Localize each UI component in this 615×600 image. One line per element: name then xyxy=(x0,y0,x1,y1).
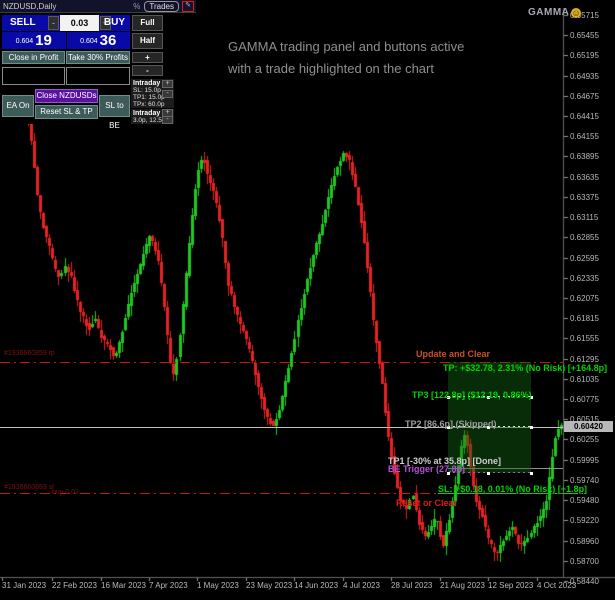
price-axis-label: 0.63375 xyxy=(570,192,599,202)
sell-button[interactable]: SELL xyxy=(10,15,36,31)
tp-ticket-label: #1936660859 tp xyxy=(4,350,55,357)
price-axis-label: 0.64155 xyxy=(570,132,599,142)
sell-price-big: 19 xyxy=(35,32,52,49)
drag-handle[interactable] xyxy=(530,426,533,429)
price-axis-label: 0.61035 xyxy=(570,374,599,384)
date-axis-label: 4 Jul 2023 xyxy=(343,581,380,590)
date-axis-label: 21 Aug 2023 xyxy=(440,581,485,590)
gamma-logo: GAMMA ☺ xyxy=(528,7,582,18)
price-axis-label: 0.61815 xyxy=(570,314,599,324)
price-axis-label: 0.62855 xyxy=(570,233,599,243)
price-axis-label: 0.58700 xyxy=(570,556,599,566)
trading-panel: NZDUSD,Daily % Trades ✎ SELL - 0.03 + BU… xyxy=(0,0,196,130)
edit-panel-icon[interactable]: ✎ xyxy=(182,0,194,12)
price-axis-label: 0.64935 xyxy=(570,71,599,81)
price-axis-label: 0.65195 xyxy=(570,51,599,61)
date-axis-label: 28 Jul 2023 xyxy=(391,581,433,590)
price-row: 0.604 19 0.604 36 xyxy=(2,32,130,49)
intraday-settings-2: Intraday 3.0p, 12.5p + - xyxy=(131,109,174,124)
order-label: buy 0.02 xyxy=(52,489,79,496)
price-axis-label: 0.59220 xyxy=(570,516,599,526)
size-plus-button[interactable]: + xyxy=(132,52,163,63)
price-axis-label: 0.62335 xyxy=(570,273,599,283)
intraday-1-plus-button[interactable]: + xyxy=(162,80,173,88)
date-axis-label: 4 Oct 2023 xyxy=(537,581,577,590)
date-axis-label: 31 Jan 2023 xyxy=(2,581,47,590)
current-price-box: 0.60420 xyxy=(564,421,613,432)
trade-row: SELL - 0.03 + BUY xyxy=(2,15,130,31)
full-button[interactable]: Full xyxy=(132,15,163,31)
close-in-profit-button[interactable]: Close in Profit xyxy=(2,51,65,64)
price-axis-label: 0.63895 xyxy=(570,152,599,162)
close-nzdusds-button[interactable]: Close NZDUSDs xyxy=(35,89,98,103)
tp-info-label: TP: +$32.78, 2.31% (No Risk) [+164.8p] xyxy=(443,363,608,373)
output-box-left xyxy=(2,67,65,85)
date-axis-label: 16 Mar 2023 xyxy=(101,581,146,590)
price-axis-label: 0.65455 xyxy=(570,31,599,41)
price-axis-label: 0.64675 xyxy=(570,91,599,101)
date-axis-label: 22 Feb 2023 xyxy=(52,581,97,590)
tp2-info-label: TP2 [86.6p] (Skipped) xyxy=(405,419,497,429)
price-axis-label: 0.63635 xyxy=(570,172,599,182)
buy-price-button[interactable]: 0.604 36 xyxy=(67,32,131,49)
ea-on-button[interactable]: EA On xyxy=(2,95,34,117)
sell-price-small: 0.604 xyxy=(15,38,34,45)
chart-window: 0.65715 0.65455 0.65195 0.64935 0.64675 0.644… xyxy=(0,0,615,600)
price-axis-label: 0.58960 xyxy=(570,536,599,546)
caption-line-1: GAMMA trading panel and buttons active xyxy=(228,39,465,54)
drag-handle[interactable] xyxy=(530,472,533,475)
date-axis-label: 23 May 2023 xyxy=(246,581,293,590)
reset-or-clear-button[interactable]: Reset or Clear xyxy=(396,498,457,508)
be-trigger-label: BE Trigger (27.8p) xyxy=(388,464,466,474)
buy-price-small: 0.604 xyxy=(80,38,98,45)
sl-to-be-button[interactable]: SL to BE xyxy=(99,95,130,130)
reset-sl-tp-button[interactable]: Reset SL & TP xyxy=(35,105,98,119)
intraday-2-minus-button[interactable]: - xyxy=(162,116,173,124)
caption-line-2: with a trade highlighted on the chart xyxy=(228,61,434,76)
intraday-1-minus-button[interactable]: - xyxy=(162,90,173,98)
trades-button[interactable]: Trades xyxy=(144,0,179,12)
price-axis-label: 0.60775 xyxy=(570,395,599,405)
smiley-icon: ☺ xyxy=(571,8,582,18)
lot-size-input[interactable]: 0.03 xyxy=(60,15,99,31)
buy-button[interactable]: BUY xyxy=(104,15,125,31)
price-axis-label: 0.59480 xyxy=(570,496,599,506)
percent-icon[interactable]: % xyxy=(133,2,140,11)
half-button[interactable]: Half xyxy=(132,33,163,49)
panel-titlebar: NZDUSD,Daily % Trades ✎ xyxy=(0,0,196,13)
price-axis-label: 0.62595 xyxy=(570,253,599,263)
date-axis-label: 7 Apr 2023 xyxy=(149,581,188,590)
price-axis-label: 0.62075 xyxy=(570,293,599,303)
tp3-info-label: TP3 [122.8p] ($12.19, 0.86%) xyxy=(412,390,532,400)
intraday-1-tpx: TPx: 60.0p xyxy=(133,101,165,108)
sell-price-button[interactable]: 0.604 19 xyxy=(2,32,67,49)
intraday-settings-1: Intraday SL: 15.0p TP1: 15.0p TPx: 60.0p… xyxy=(131,79,174,108)
lot-minus-button[interactable]: - xyxy=(48,16,59,30)
sl-ticket-label: #1936660859 sl xyxy=(4,484,54,491)
price-axis-label: 0.64415 xyxy=(570,112,599,122)
buy-price-big: 36 xyxy=(99,32,117,49)
price-axis-label: 0.61555 xyxy=(570,334,599,344)
price-axis-label: 0.63115 xyxy=(570,213,599,223)
output-box-right xyxy=(66,67,130,85)
sl-info-label: SL: +$0.18, 0.01% (No Risk) [+1.8p] xyxy=(438,484,588,494)
price-axis-label: 0.60255 xyxy=(570,435,599,445)
drag-handle[interactable] xyxy=(487,472,490,475)
date-axis-label: 12 Sep 2023 xyxy=(488,581,534,590)
take-30-profits-button[interactable]: Take 30% Profits xyxy=(66,51,130,64)
size-minus-button[interactable]: - xyxy=(132,65,163,76)
date-axis-label: 14 Jun 2023 xyxy=(294,581,339,590)
update-and-clear-button[interactable]: Update and Clear xyxy=(416,349,490,359)
date-axis-label: 1 May 2023 xyxy=(197,581,239,590)
symbol-title: NZDUSD,Daily xyxy=(3,1,57,11)
price-axis-label: 0.59995 xyxy=(570,455,599,465)
gamma-logo-text: GAMMA xyxy=(528,7,570,18)
chart-caption: GAMMA trading panel and buttons active w… xyxy=(228,36,464,80)
